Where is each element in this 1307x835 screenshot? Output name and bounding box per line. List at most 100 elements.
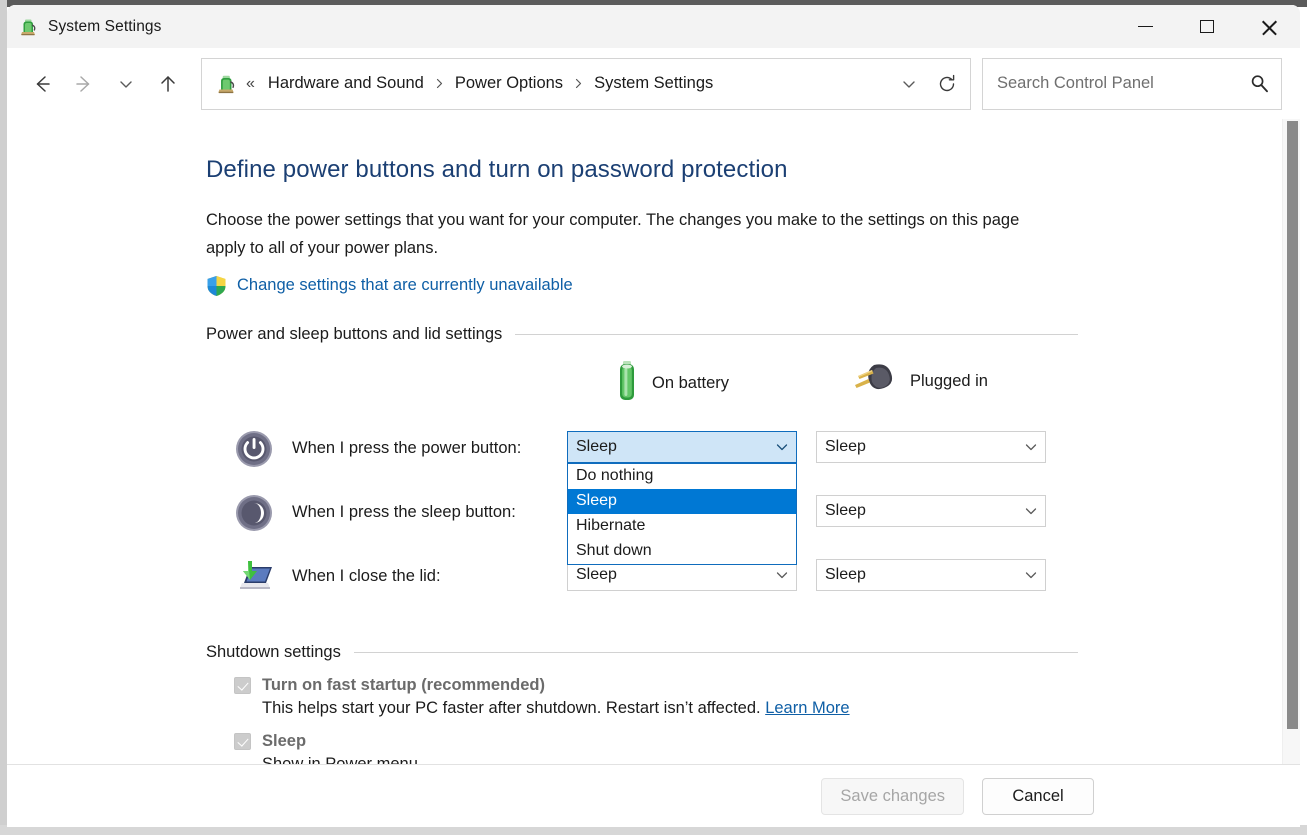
checkbox-fast-startup-label: Turn on fast startup (recommended): [262, 676, 545, 695]
column-header-plugged-in: Plugged in: [852, 359, 988, 404]
address-bar-actions: [890, 65, 966, 103]
row-close-lid-label: When I close the lid:: [292, 567, 441, 586]
save-changes-button[interactable]: Save changes: [821, 778, 964, 815]
up-one-level-button[interactable]: [147, 63, 189, 105]
combo-power-button-on-battery-value: Sleep: [568, 438, 768, 456]
breadcrumb-overflow-icon[interactable]: «: [246, 75, 255, 93]
power-section-title: Power and sleep buttons and lid settings: [206, 325, 502, 344]
page-description: Choose the power settings that you want …: [206, 206, 1061, 262]
minimize-button[interactable]: [1114, 5, 1176, 48]
vertical-scrollbar-thumb[interactable]: [1287, 121, 1298, 729]
battery-icon: [612, 359, 642, 408]
checkbox-sleep[interactable]: [234, 733, 251, 750]
address-bar[interactable]: « Hardware and Sound Power Options Syste…: [201, 58, 971, 110]
chevron-down-icon: [899, 74, 919, 94]
forward-button[interactable]: [63, 63, 105, 105]
section-divider: [515, 334, 1078, 335]
system-settings-window: System Settings: [7, 5, 1300, 827]
close-button[interactable]: [1238, 5, 1300, 48]
power-column-headers: On battery Plugged in: [206, 359, 1273, 409]
learn-more-link[interactable]: Learn More: [765, 699, 849, 717]
checkbox-fast-startup[interactable]: [234, 677, 251, 694]
shutdown-section-title: Shutdown settings: [206, 643, 341, 662]
power-plug-icon: [852, 359, 900, 404]
dropdown-option-sleep[interactable]: Sleep: [568, 489, 796, 514]
dropdown-option-shut-down[interactable]: Shut down: [568, 539, 796, 564]
column-header-on-battery-label: On battery: [652, 374, 729, 393]
shield-icon: [206, 275, 227, 297]
row-sleep-button-label: When I press the sleep button:: [292, 503, 516, 522]
combo-power-button-plugged-in[interactable]: Sleep: [816, 431, 1046, 463]
breadcrumb-item-power-options[interactable]: Power Options: [451, 70, 567, 97]
combo-close-lid-on-battery-value: Sleep: [568, 566, 768, 584]
uac-change-settings-row[interactable]: Change settings that are currently unava…: [206, 275, 1273, 297]
combo-power-button-plugged-in-value: Sleep: [817, 438, 1017, 456]
page-title: Define power buttons and turn on passwor…: [206, 156, 1273, 185]
breadcrumb-item-system-settings[interactable]: System Settings: [590, 70, 717, 97]
combo-sleep-button-plugged-in-value: Sleep: [817, 502, 1017, 520]
checkbox-sleep-label: Sleep: [262, 732, 306, 751]
fast-startup-description-row: This helps start your PC faster after sh…: [262, 699, 1273, 718]
checkbox-row-sleep[interactable]: Sleep: [206, 732, 1273, 751]
section-divider: [354, 652, 1078, 653]
breadcrumb-item-hardware-and-sound[interactable]: Hardware and Sound: [264, 70, 428, 97]
refresh-button[interactable]: [928, 65, 966, 103]
chevron-down-icon: [768, 567, 796, 583]
power-section-header: Power and sleep buttons and lid settings: [206, 325, 1078, 344]
search-input[interactable]: [983, 74, 1237, 93]
combo-close-lid-plugged-in[interactable]: Sleep: [816, 559, 1046, 591]
breadcrumb: « Hardware and Sound Power Options Syste…: [246, 70, 890, 97]
address-bar-power-plan-battery-icon: [215, 73, 237, 95]
combo-power-button-on-battery[interactable]: Sleep: [567, 431, 797, 463]
chevron-down-icon: [1017, 439, 1045, 455]
content-scroll-region: Define power buttons and turn on passwor…: [7, 119, 1300, 764]
combo-close-lid-plugged-in-value: Sleep: [817, 566, 1017, 584]
chevron-down-icon: [1017, 567, 1045, 583]
control-panel-window-root: System Settings: [0, 0, 1307, 835]
laptop-lid-icon: [234, 557, 274, 597]
power-setting-rows: When I press the power button: Sleep Sle…: [206, 417, 1273, 609]
uac-change-settings-link[interactable]: Change settings that are currently unava…: [237, 276, 573, 295]
title-bar: System Settings: [7, 5, 1300, 48]
row-power-button-label: When I press the power button:: [292, 439, 521, 458]
chevron-down-icon: [768, 439, 796, 455]
vertical-scrollbar[interactable]: [1282, 119, 1300, 764]
window-title: System Settings: [48, 18, 162, 36]
sleep-description: Show in Power menu.: [262, 755, 1273, 764]
cancel-button[interactable]: Cancel: [982, 778, 1094, 815]
search-icon: [1249, 73, 1270, 94]
search-button[interactable]: [1237, 60, 1281, 108]
settings-content: Define power buttons and turn on passwor…: [7, 119, 1273, 764]
maximize-button[interactable]: [1176, 5, 1238, 48]
dropdown-option-do-nothing[interactable]: Do nothing: [568, 464, 796, 489]
power-button-icon: [234, 429, 274, 469]
window-controls: [1114, 5, 1300, 48]
checkbox-row-fast-startup[interactable]: Turn on fast startup (recommended): [206, 676, 1273, 695]
back-arrow-icon: [30, 72, 54, 96]
breadcrumb-separator-icon[interactable]: [572, 77, 585, 90]
close-icon: [1261, 18, 1278, 35]
recent-locations-button[interactable]: [105, 63, 147, 105]
back-button[interactable]: [21, 63, 63, 105]
minimize-icon: [1138, 26, 1153, 28]
power-plan-battery-icon: [18, 17, 38, 37]
dialog-footer: Save changes Cancel: [7, 764, 1300, 827]
address-history-button[interactable]: [890, 65, 928, 103]
shutdown-section-header: Shutdown settings: [206, 643, 1078, 662]
navigation-toolbar: « Hardware and Sound Power Options Syste…: [7, 48, 1300, 119]
fast-startup-description: This helps start your PC faster after sh…: [262, 699, 761, 717]
chevron-down-icon: [1017, 503, 1045, 519]
refresh-icon: [936, 73, 958, 95]
forward-arrow-icon: [72, 72, 96, 96]
dropdown-option-hibernate[interactable]: Hibernate: [568, 514, 796, 539]
chevron-down-icon: [116, 74, 136, 94]
column-header-on-battery: On battery: [612, 359, 729, 408]
column-header-plugged-in-label: Plugged in: [910, 372, 988, 391]
search-box[interactable]: [982, 58, 1282, 110]
combo-sleep-button-plugged-in[interactable]: Sleep: [816, 495, 1046, 527]
dropdown-list-power-button-on-battery[interactable]: Do nothing Sleep Hibernate Shut down: [567, 463, 797, 565]
breadcrumb-separator-icon[interactable]: [433, 77, 446, 90]
desktop-edge-left: [0, 0, 7, 835]
up-arrow-icon: [156, 72, 180, 96]
maximize-icon: [1200, 20, 1214, 34]
